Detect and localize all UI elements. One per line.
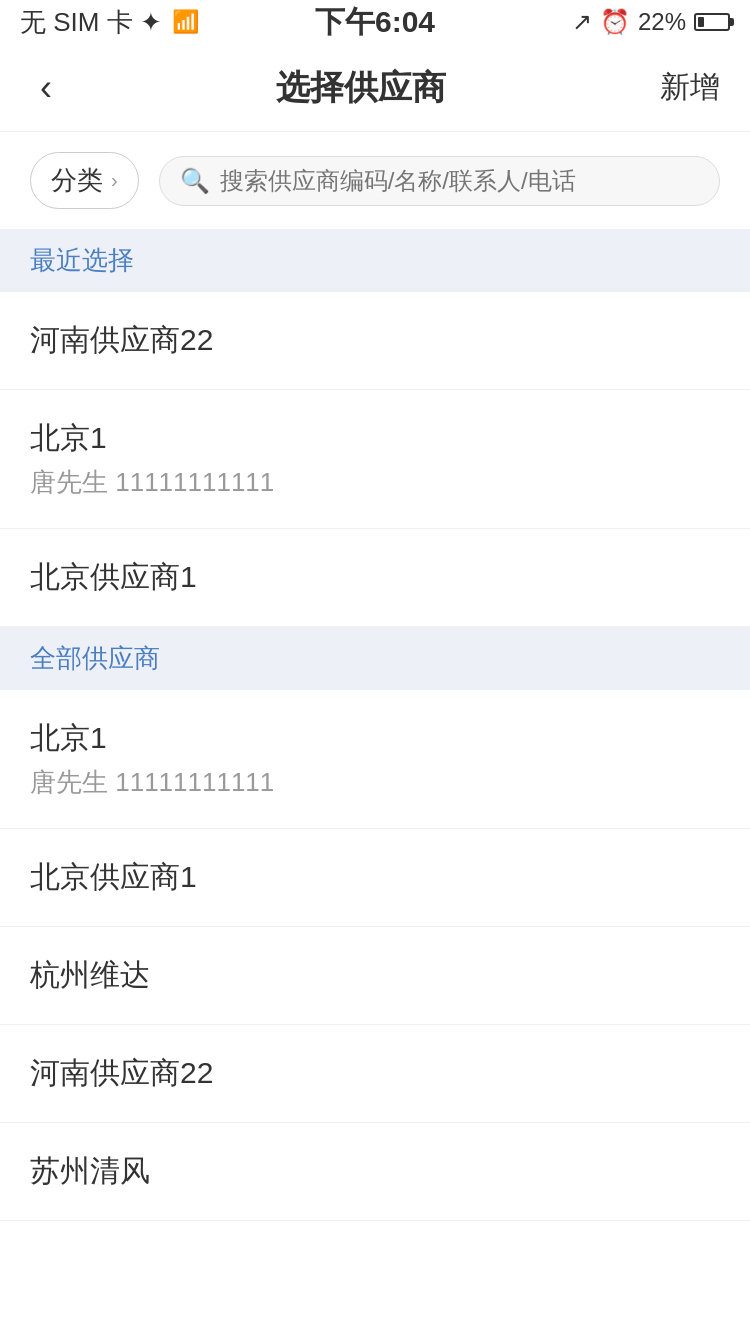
status-time: 下午6:04: [315, 2, 435, 43]
wifi-icon: 📶: [172, 9, 199, 35]
battery-container: [694, 13, 730, 31]
all-list-item[interactable]: 苏州清风: [0, 1123, 750, 1221]
all-list-item[interactable]: 北京1 唐先生 11111111111: [0, 690, 750, 829]
recent-list-item[interactable]: 北京供应商1: [0, 529, 750, 627]
all-list-item[interactable]: 杭州维达: [0, 927, 750, 1025]
item-name: 杭州维达: [30, 955, 720, 996]
battery-fill: [698, 17, 704, 27]
alarm-icon: ⏰: [600, 8, 630, 36]
battery-icon: [694, 13, 730, 31]
category-filter[interactable]: 分类 ›: [30, 152, 139, 209]
recent-list-item[interactable]: 北京1 唐先生 11111111111: [0, 390, 750, 529]
item-name: 北京1: [30, 418, 720, 459]
no-sim-text: 无 SIM 卡 ✦: [20, 5, 162, 40]
recent-section-label: 最近选择: [30, 245, 134, 275]
add-button[interactable]: 新增: [660, 67, 720, 108]
page-title: 选择供应商: [276, 65, 446, 111]
item-name: 北京供应商1: [30, 857, 720, 898]
item-name: 北京供应商1: [30, 557, 720, 598]
search-input[interactable]: [220, 167, 699, 195]
item-sub: 唐先生 11111111111: [30, 465, 720, 500]
item-name: 河南供应商22: [30, 320, 720, 361]
recent-list-item[interactable]: 河南供应商22: [0, 292, 750, 390]
recent-section-header: 最近选择: [0, 229, 750, 292]
status-bar: 无 SIM 卡 ✦ 📶 下午6:04 ↗ ⏰ 22%: [0, 0, 750, 44]
item-name: 苏州清风: [30, 1151, 720, 1192]
recent-list: 河南供应商22 北京1 唐先生 11111111111 北京供应商1: [0, 292, 750, 627]
chevron-right-icon: ›: [111, 169, 118, 192]
back-button[interactable]: ‹: [30, 57, 62, 119]
battery-text: 22%: [638, 8, 686, 36]
search-icon: 🔍: [180, 167, 210, 195]
search-box[interactable]: 🔍: [159, 156, 720, 206]
item-sub: 唐先生 11111111111: [30, 765, 720, 800]
all-list: 北京1 唐先生 11111111111 北京供应商1 杭州维达河南供应商22 苏州清风: [0, 690, 750, 1221]
all-list-item[interactable]: 河南供应商22: [0, 1025, 750, 1123]
all-section-header: 全部供应商: [0, 627, 750, 690]
status-left: 无 SIM 卡 ✦ 📶: [20, 5, 199, 40]
filter-bar: 分类 › 🔍: [0, 132, 750, 229]
item-name: 河南供应商22: [30, 1053, 720, 1094]
all-section-label: 全部供应商: [30, 643, 160, 673]
item-name: 北京1: [30, 718, 720, 759]
location-icon: ↗: [572, 8, 592, 36]
all-list-item[interactable]: 北京供应商1: [0, 829, 750, 927]
nav-bar: ‹ 选择供应商 新增: [0, 44, 750, 132]
category-label: 分类: [51, 163, 103, 198]
status-right: ↗ ⏰ 22%: [572, 8, 730, 36]
